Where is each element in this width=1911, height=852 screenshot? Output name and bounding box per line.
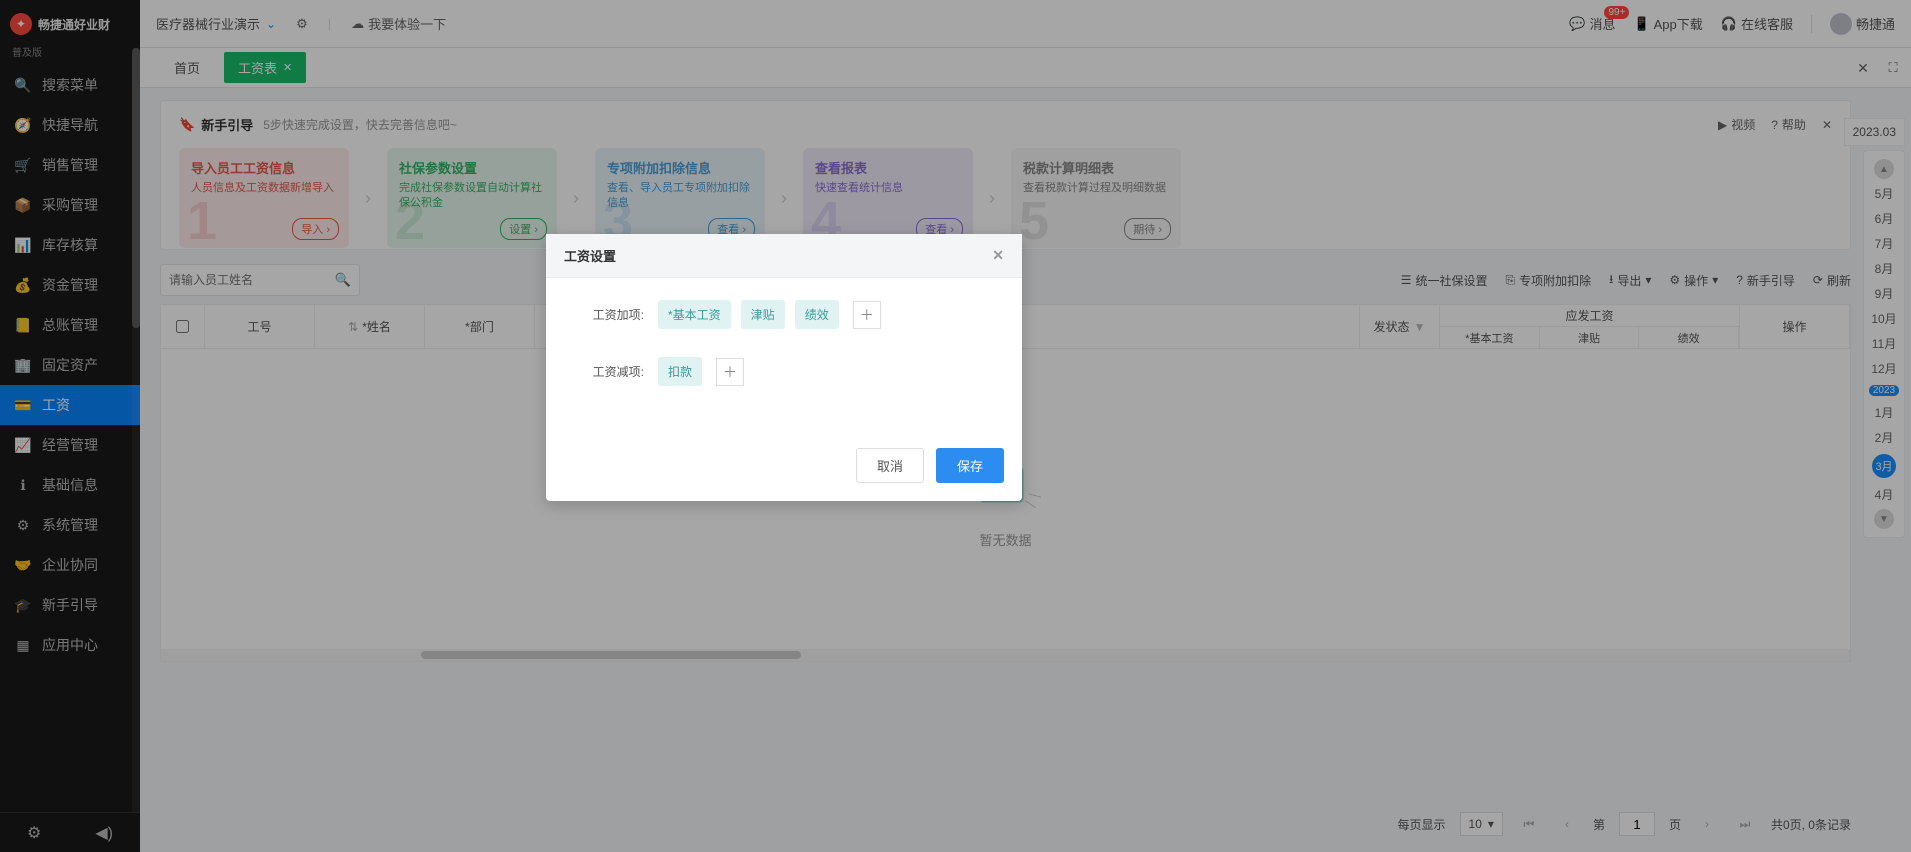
add-items-label: 工资加项: [574,306,644,323]
sub-items-label: 工资减项: [574,363,644,380]
modal-title: 工资设置 [564,246,616,265]
save-button[interactable]: 保存 [936,448,1004,483]
deduction-tag[interactable]: 扣款 [658,357,702,386]
addition-tag[interactable]: 津贴 [741,300,785,329]
salary-settings-modal: 工资设置 ✕ 工资加项: *基本工资津贴绩效 ＋ 工资减项: 扣款 ＋ 取消 保… [546,234,1022,501]
addition-tag[interactable]: *基本工资 [658,300,731,329]
addition-tag[interactable]: 绩效 [795,300,839,329]
add-addition-item-button[interactable]: ＋ [853,301,881,329]
modal-close-icon[interactable]: ✕ [992,247,1004,264]
cancel-button[interactable]: 取消 [856,448,924,483]
add-deduction-item-button[interactable]: ＋ [716,358,744,386]
